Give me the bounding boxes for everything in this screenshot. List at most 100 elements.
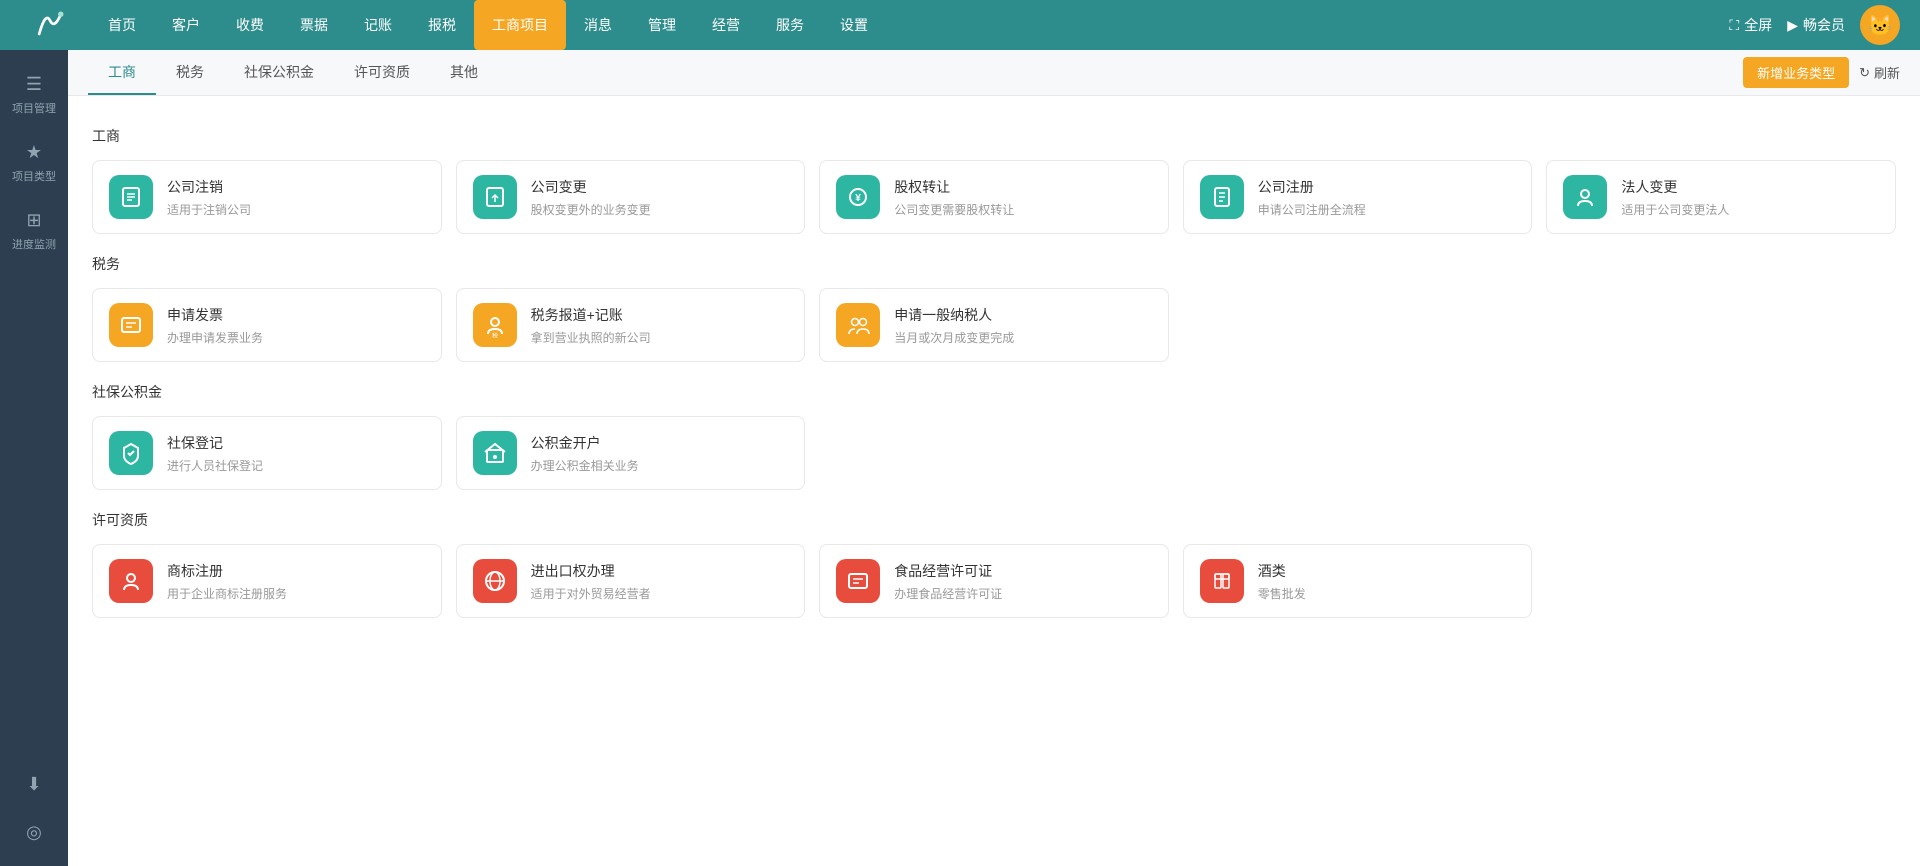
card-housing-fund[interactable]: 公积金开户 办理公积金相关业务 [456,416,806,490]
cards-xuke: 商标注册 用于企业商标注册服务 进出口权办理 适用于对外贸易经 [92,544,1896,618]
mascot-avatar[interactable]: 🐱 [1860,5,1900,45]
card-title-social-insurance: 社保登记 [167,433,263,453]
vip-icon: ▶ [1787,17,1798,34]
card-info-food-license: 食品经营许可证 办理食品经营许可证 [894,561,1002,602]
card-icon-legal-person-change [1563,175,1607,219]
card-liquor[interactable]: 酒类 零售批发 [1183,544,1533,618]
nav-item-home[interactable]: 首页 [90,0,154,50]
sidebar-item-project-management[interactable]: ☰ 项目管理 [0,60,68,128]
tab-bar: 工商 税务 社保公积金 许可资质 其他 新增业务类型 ↻ 刷新 [68,50,1920,96]
card-company-cancel[interactable]: 公司注销 适用于注销公司 [92,160,442,234]
card-title-company-register: 公司注册 [1258,177,1366,197]
nav-item-manage[interactable]: 管理 [630,0,694,50]
card-trademark[interactable]: 商标注册 用于企业商标注册服务 [92,544,442,618]
card-title-tax-bookkeeping: 税务报道+记账 [531,305,651,325]
card-info-apply-invoice: 申请发票 办理申请发票业务 [167,305,263,346]
sidebar-item-label-project-management: 项目管理 [12,100,56,116]
tab-other[interactable]: 其他 [430,50,498,95]
nav-item-operation[interactable]: 经营 [694,0,758,50]
card-legal-person-change[interactable]: 法人变更 适用于公司变更法人 [1546,160,1896,234]
card-title-apply-invoice: 申请发票 [167,305,263,325]
nav-item-settings[interactable]: 设置 [822,0,886,50]
card-icon-trademark [109,559,153,603]
nav-item-bill[interactable]: 票据 [282,0,346,50]
card-title-food-license: 食品经营许可证 [894,561,1002,581]
card-food-license[interactable]: 食品经营许可证 办理食品经营许可证 [819,544,1169,618]
card-desc-general-taxpayer: 当月或次月成变更完成 [894,329,1014,346]
sidebar-item-label-project-type: 项目类型 [12,168,56,184]
nav-item-client[interactable]: 客户 [154,0,218,50]
card-general-taxpayer[interactable]: 申请一般纳税人 当月或次月成变更完成 [819,288,1169,362]
tab-gongshang[interactable]: 工商 [88,50,156,95]
tab-bar-actions: 新增业务类型 ↻ 刷新 [1743,57,1900,88]
card-desc-company-change: 股权变更外的业务变更 [531,201,651,218]
download-icon: ⬇ [22,772,46,796]
card-icon-import-export [473,559,517,603]
progress-monitor-icon: ⊞ [22,208,46,232]
tab-shebao[interactable]: 社保公积金 [224,50,334,95]
card-icon-social-insurance [109,431,153,475]
card-desc-company-cancel: 适用于注销公司 [167,201,251,218]
cards-shuiwu: 申请发票 办理申请发票业务 税 税务报道+记账 拿到营业执照的新 [92,288,1896,362]
card-tax-bookkeeping[interactable]: 税 税务报道+记账 拿到营业执照的新公司 [456,288,806,362]
fullscreen-icon: ⛶ [1729,17,1739,34]
card-info-company-cancel: 公司注销 适用于注销公司 [167,177,251,218]
card-title-company-cancel: 公司注销 [167,177,251,197]
card-title-general-taxpayer: 申请一般纳税人 [894,305,1014,325]
card-info-social-insurance: 社保登记 进行人员社保登记 [167,433,263,474]
refresh-button[interactable]: ↻ 刷新 [1859,63,1900,82]
sidebar-item-label-progress-monitor: 进度监测 [12,236,56,252]
app-logo [20,7,80,43]
card-equity-transfer[interactable]: ¥ 股权转让 公司变更需要股权转让 [819,160,1169,234]
card-icon-tax-bookkeeping: 税 [473,303,517,347]
card-info-company-change: 公司变更 股权变更外的业务变更 [531,177,651,218]
card-icon-liquor [1200,559,1244,603]
card-icon-food-license [836,559,880,603]
nav-item-service[interactable]: 服务 [758,0,822,50]
sidebar-item-project-type[interactable]: ★ 项目类型 [0,128,68,196]
card-company-change[interactable]: 公司变更 股权变更外的业务变更 [456,160,806,234]
card-icon-general-taxpayer [836,303,880,347]
cards-shebao: 社保登记 进行人员社保登记 公积金开户 办理公积金相关业务 [92,416,1896,490]
vip-button[interactable]: ▶ 畅会员 [1787,15,1845,35]
nav-item-business[interactable]: 工商项目 [474,0,566,50]
card-title-equity-transfer: 股权转让 [894,177,1014,197]
sidebar-item-location[interactable]: ◎ [0,808,68,856]
card-desc-apply-invoice: 办理申请发票业务 [167,329,263,346]
tabs-container: 工商 税务 社保公积金 许可资质 其他 [88,50,498,95]
nav-menu: 首页 客户 收费 票据 记账 报税 工商项目 消息 管理 经营 服务 设置 [90,0,1729,50]
nav-item-fee[interactable]: 收费 [218,0,282,50]
nav-item-tax[interactable]: 报税 [410,0,474,50]
card-icon-housing-fund [473,431,517,475]
section-title-xuke: 许可资质 [92,510,1896,530]
card-apply-invoice[interactable]: 申请发票 办理申请发票业务 [92,288,442,362]
sidebar-item-progress-monitor[interactable]: ⊞ 进度监测 [0,196,68,264]
fullscreen-button[interactable]: ⛶ 全屏 [1729,15,1772,35]
nav-item-message[interactable]: 消息 [566,0,630,50]
svg-text:税: 税 [492,332,498,338]
card-desc-equity-transfer: 公司变更需要股权转让 [894,201,1014,218]
card-info-trademark: 商标注册 用于企业商标注册服务 [167,561,287,602]
card-social-insurance[interactable]: 社保登记 进行人员社保登记 [92,416,442,490]
nav-item-bookkeeping[interactable]: 记账 [346,0,410,50]
fullscreen-label: 全屏 [1744,15,1772,35]
sidebar-item-download[interactable]: ⬇ [0,760,68,808]
card-import-export[interactable]: 进出口权办理 适用于对外贸易经营者 [456,544,806,618]
section-title-shebao: 社保公积金 [92,382,1896,402]
card-title-trademark: 商标注册 [167,561,287,581]
card-info-tax-bookkeeping: 税务报道+记账 拿到营业执照的新公司 [531,305,651,346]
add-type-button[interactable]: 新增业务类型 [1743,57,1849,88]
tab-shuiwu[interactable]: 税务 [156,50,224,95]
card-icon-company-cancel [109,175,153,219]
card-title-company-change: 公司变更 [531,177,651,197]
card-icon-company-change [473,175,517,219]
project-management-icon: ☰ [22,72,46,96]
sidebar-bottom: ⬇ ◎ [0,760,68,866]
card-desc-social-insurance: 进行人员社保登记 [167,457,263,474]
left-sidebar: ☰ 项目管理 ★ 项目类型 ⊞ 进度监测 ⬇ ◎ [0,50,68,866]
tab-xuke[interactable]: 许可资质 [334,50,430,95]
card-desc-food-license: 办理食品经营许可证 [894,585,1002,602]
card-info-general-taxpayer: 申请一般纳税人 当月或次月成变更完成 [894,305,1014,346]
scroll-content[interactable]: 工商 公司注销 适用于注销公司 [68,96,1920,866]
card-company-register[interactable]: 公司注册 申请公司注册全流程 [1183,160,1533,234]
